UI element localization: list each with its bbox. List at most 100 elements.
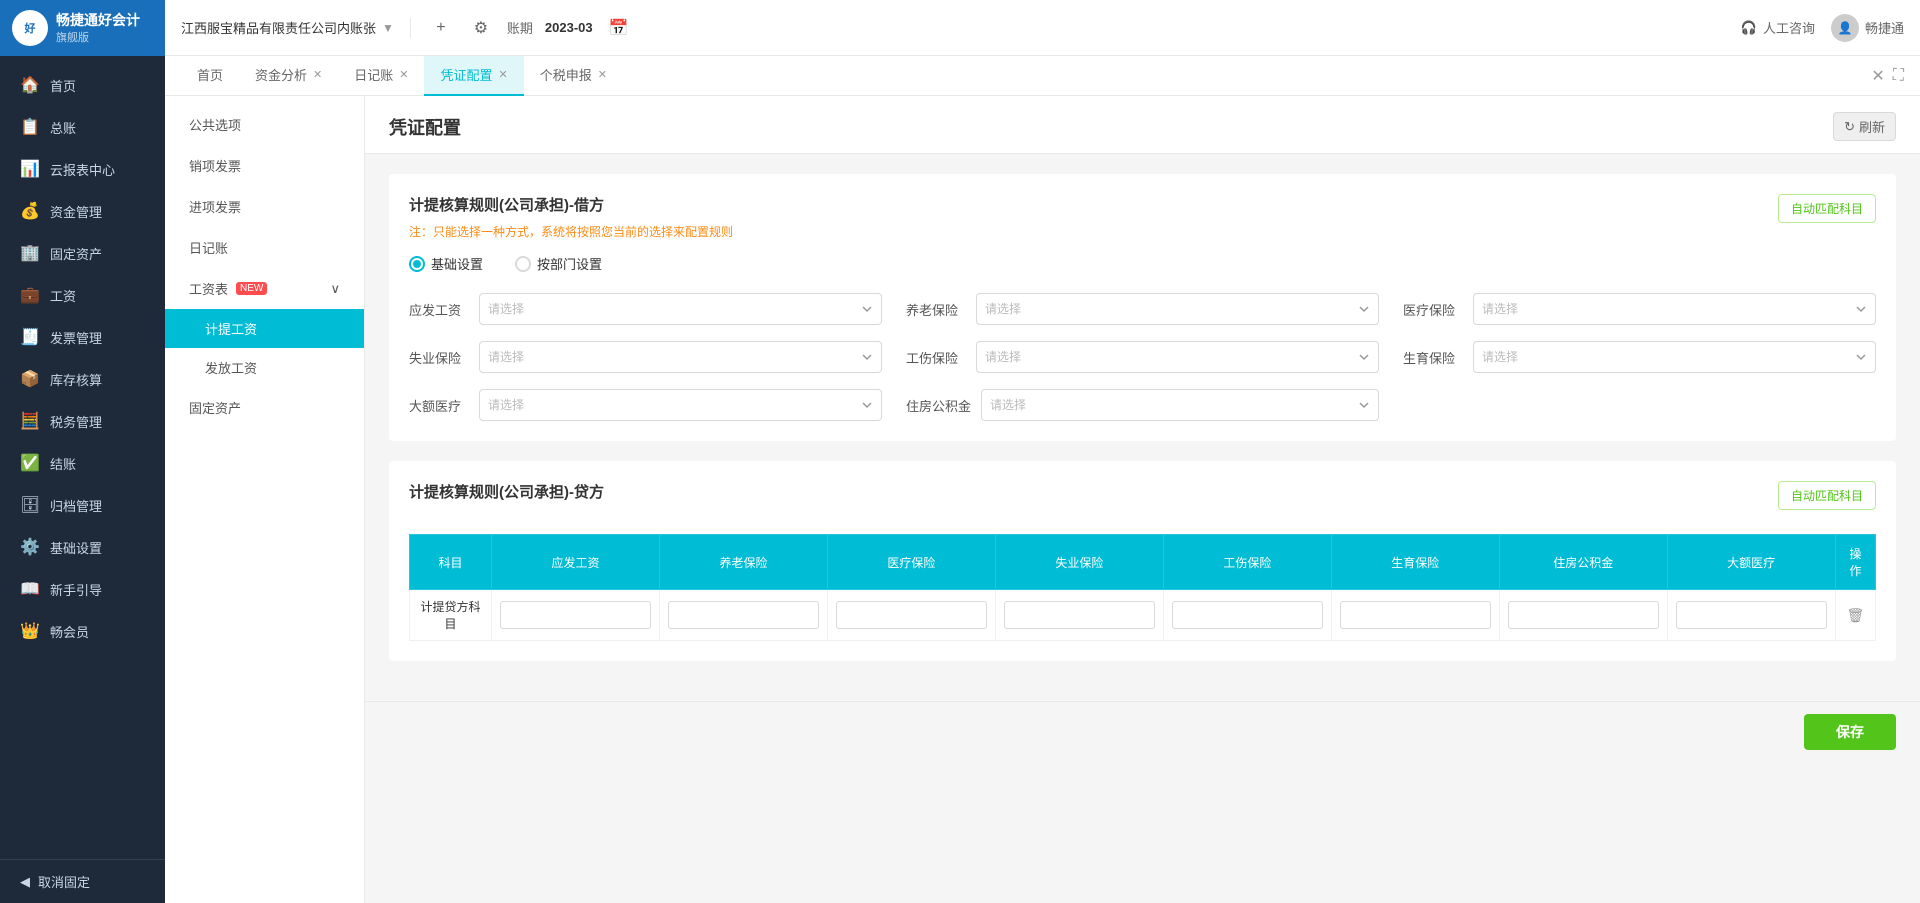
- tab-funds-label: 资金分析: [255, 65, 307, 84]
- left-nav-public[interactable]: 公共选项: [165, 104, 364, 145]
- input-unemployment[interactable]: [1004, 601, 1155, 629]
- sidebar-label-invoice: 发票管理: [50, 328, 102, 347]
- select-maternity[interactable]: 请选择: [1473, 341, 1876, 373]
- sidebar-item-funds[interactable]: 💰 资金管理: [0, 190, 165, 232]
- input-injury[interactable]: [1172, 601, 1323, 629]
- calendar-icon[interactable]: 📅: [605, 14, 633, 42]
- sidebar-item-vip[interactable]: 👑 畅会员: [0, 610, 165, 652]
- user-info[interactable]: 👤 畅捷通: [1831, 14, 1904, 42]
- refresh-icon: ↻: [1844, 119, 1855, 135]
- field-large-medical: 大额医疗 请选择: [409, 389, 882, 421]
- sidebar-item-guide[interactable]: 📖 新手引导: [0, 568, 165, 610]
- add-btn[interactable]: +: [427, 14, 455, 42]
- select-applied-salary[interactable]: 请选择: [479, 293, 882, 325]
- tab-voucher[interactable]: 凭证配置 ✕: [424, 56, 523, 96]
- tab-journal[interactable]: 日记账 ✕: [338, 56, 424, 96]
- left-nav-salary-table-label-row: 工资表 NEW: [189, 279, 267, 298]
- sidebar-item-tax[interactable]: 🧮 税务管理: [0, 400, 165, 442]
- cancel-pin-btn[interactable]: ◀ 取消固定: [0, 859, 165, 903]
- left-nav-salary-table[interactable]: 工资表 NEW ∨: [165, 268, 364, 309]
- funds-icon: 💰: [20, 201, 40, 221]
- topbar-right: 🎧 人工咨询 👤 畅捷通: [1741, 14, 1904, 42]
- headset-icon: 🎧: [1741, 20, 1757, 36]
- pay-salary-label: 发放工资: [205, 361, 257, 376]
- tab-funds[interactable]: 资金分析 ✕: [239, 56, 338, 96]
- tab-funds-close[interactable]: ✕: [313, 68, 322, 81]
- logo-icon: 好: [12, 10, 48, 46]
- select-housing-fund[interactable]: 请选择: [981, 389, 1379, 421]
- sidebar-item-inventory[interactable]: 📦 库存核算: [0, 358, 165, 400]
- left-nav-pay-salary[interactable]: 发放工资: [165, 348, 364, 387]
- tab-tax-close[interactable]: ✕: [598, 68, 607, 81]
- period-label: 账期: [507, 18, 533, 37]
- left-nav-fixed-assets[interactable]: 固定资产: [165, 387, 364, 428]
- company-selector[interactable]: 江西服宝精品有限责任公司内账张 ▼: [181, 18, 394, 37]
- section-debit: 计提核算规则(公司承担)-借方 注：只能选择一种方式，系统将按照您当前的选择来配…: [389, 174, 1896, 441]
- home-icon: 🏠: [20, 75, 40, 95]
- sidebar-item-salary[interactable]: 💼 工资: [0, 274, 165, 316]
- tab-journal-close[interactable]: ✕: [399, 68, 408, 81]
- period-value: 2023-03: [545, 20, 593, 35]
- tab-home[interactable]: 首页: [181, 56, 239, 96]
- app-name: 畅捷通好会计: [56, 11, 140, 29]
- sidebar-item-invoice[interactable]: 🧾 发票管理: [0, 316, 165, 358]
- left-nav-purchase[interactable]: 进项发票: [165, 186, 364, 227]
- close-all-tabs-btn[interactable]: ✕: [1871, 66, 1884, 86]
- sidebar-item-home[interactable]: 🏠 首页: [0, 64, 165, 106]
- input-large-medical[interactable]: [1676, 601, 1827, 629]
- left-nav-journal[interactable]: 日记账: [165, 227, 364, 268]
- radio-basic[interactable]: 基础设置: [409, 254, 483, 273]
- label-unemployment: 失业保险: [409, 348, 469, 367]
- maximize-btn[interactable]: ⛶: [1893, 67, 1904, 85]
- input-applied-salary[interactable]: [500, 601, 651, 629]
- auto-match-debit-btn[interactable]: 自动匹配科目: [1778, 194, 1876, 223]
- new-badge: NEW: [236, 282, 267, 295]
- auto-match-credit-btn[interactable]: 自动匹配科目: [1778, 481, 1876, 510]
- delete-row-btn[interactable]: 🗑: [1846, 607, 1864, 623]
- field-medical: 医疗保险 请选择: [1403, 293, 1876, 325]
- sidebar-item-reports[interactable]: 📊 云报表中心: [0, 148, 165, 190]
- page-title: 凭证配置: [389, 114, 461, 140]
- field-maternity: 生育保险 请选择: [1403, 341, 1876, 373]
- radio-group: 基础设置 按部门设置: [409, 254, 1876, 273]
- sidebar-item-settings[interactable]: ⚙️ 基础设置: [0, 526, 165, 568]
- section1-left: 计提核算规则(公司承担)-借方 注：只能选择一种方式，系统将按照您当前的选择来配…: [409, 194, 733, 254]
- sidebar-label-salary: 工资: [50, 286, 76, 305]
- tab-voucher-close[interactable]: ✕: [499, 68, 508, 81]
- radio-dept[interactable]: 按部门设置: [515, 254, 602, 273]
- select-medical[interactable]: 请选择: [1473, 293, 1876, 325]
- sidebar-item-assets[interactable]: 🏢 固定资产: [0, 232, 165, 274]
- sidebar-item-close[interactable]: ✅ 结账: [0, 442, 165, 484]
- select-large-medical[interactable]: 请选择: [479, 389, 882, 421]
- input-housing-fund[interactable]: [1508, 601, 1659, 629]
- select-unemployment[interactable]: 请选择: [479, 341, 882, 373]
- sidebar-item-archive[interactable]: 🗄 归档管理: [0, 484, 165, 526]
- sidebar: 好 畅捷通好会计 旗舰版 🏠 首页 📋 总账 📊 云报表中心 💰 资金管理 🏢 …: [0, 0, 165, 903]
- section-credit: 计提核算规则(公司承担)-贷方 自动匹配科目 科目 应发工资 养老保险 医疗保险…: [389, 461, 1896, 661]
- cell-pension-val: [659, 590, 827, 641]
- input-pension[interactable]: [668, 601, 819, 629]
- company-name: 江西服宝精品有限责任公司内账张: [181, 18, 376, 37]
- select-injury[interactable]: 请选择: [976, 341, 1379, 373]
- logo-text-block: 畅捷通好会计 旗舰版: [56, 11, 140, 45]
- save-btn[interactable]: 保存: [1804, 714, 1896, 750]
- sidebar-item-ledger[interactable]: 📋 总账: [0, 106, 165, 148]
- sidebar-label-guide: 新手引导: [50, 580, 102, 599]
- left-panel: 公共选项 销项发票 进项发票 日记账 工资表 NEW ∨ 计提工资: [165, 96, 365, 903]
- input-maternity[interactable]: [1340, 601, 1491, 629]
- settings-gear-btn[interactable]: ⚙: [467, 14, 495, 42]
- col-subject: 科目: [410, 535, 492, 590]
- field-applied-salary: 应发工资 请选择: [409, 293, 882, 325]
- refresh-btn[interactable]: ↻ 刷新: [1833, 112, 1896, 141]
- service-btn[interactable]: 🎧 人工咨询: [1741, 18, 1815, 37]
- left-nav-sales[interactable]: 销项发票: [165, 145, 364, 186]
- tab-tax-label: 个税申报: [540, 65, 592, 84]
- tab-tax[interactable]: 个税申报 ✕: [524, 56, 623, 96]
- select-pension[interactable]: 请选择: [976, 293, 1379, 325]
- input-medical[interactable]: [836, 601, 987, 629]
- save-btn-container: 保存: [365, 701, 1920, 762]
- guide-icon: 📖: [20, 579, 40, 599]
- left-nav-calc-salary[interactable]: 计提工资: [165, 309, 364, 348]
- topbar-divider-1: [410, 18, 411, 38]
- tab-home-label: 首页: [197, 65, 223, 84]
